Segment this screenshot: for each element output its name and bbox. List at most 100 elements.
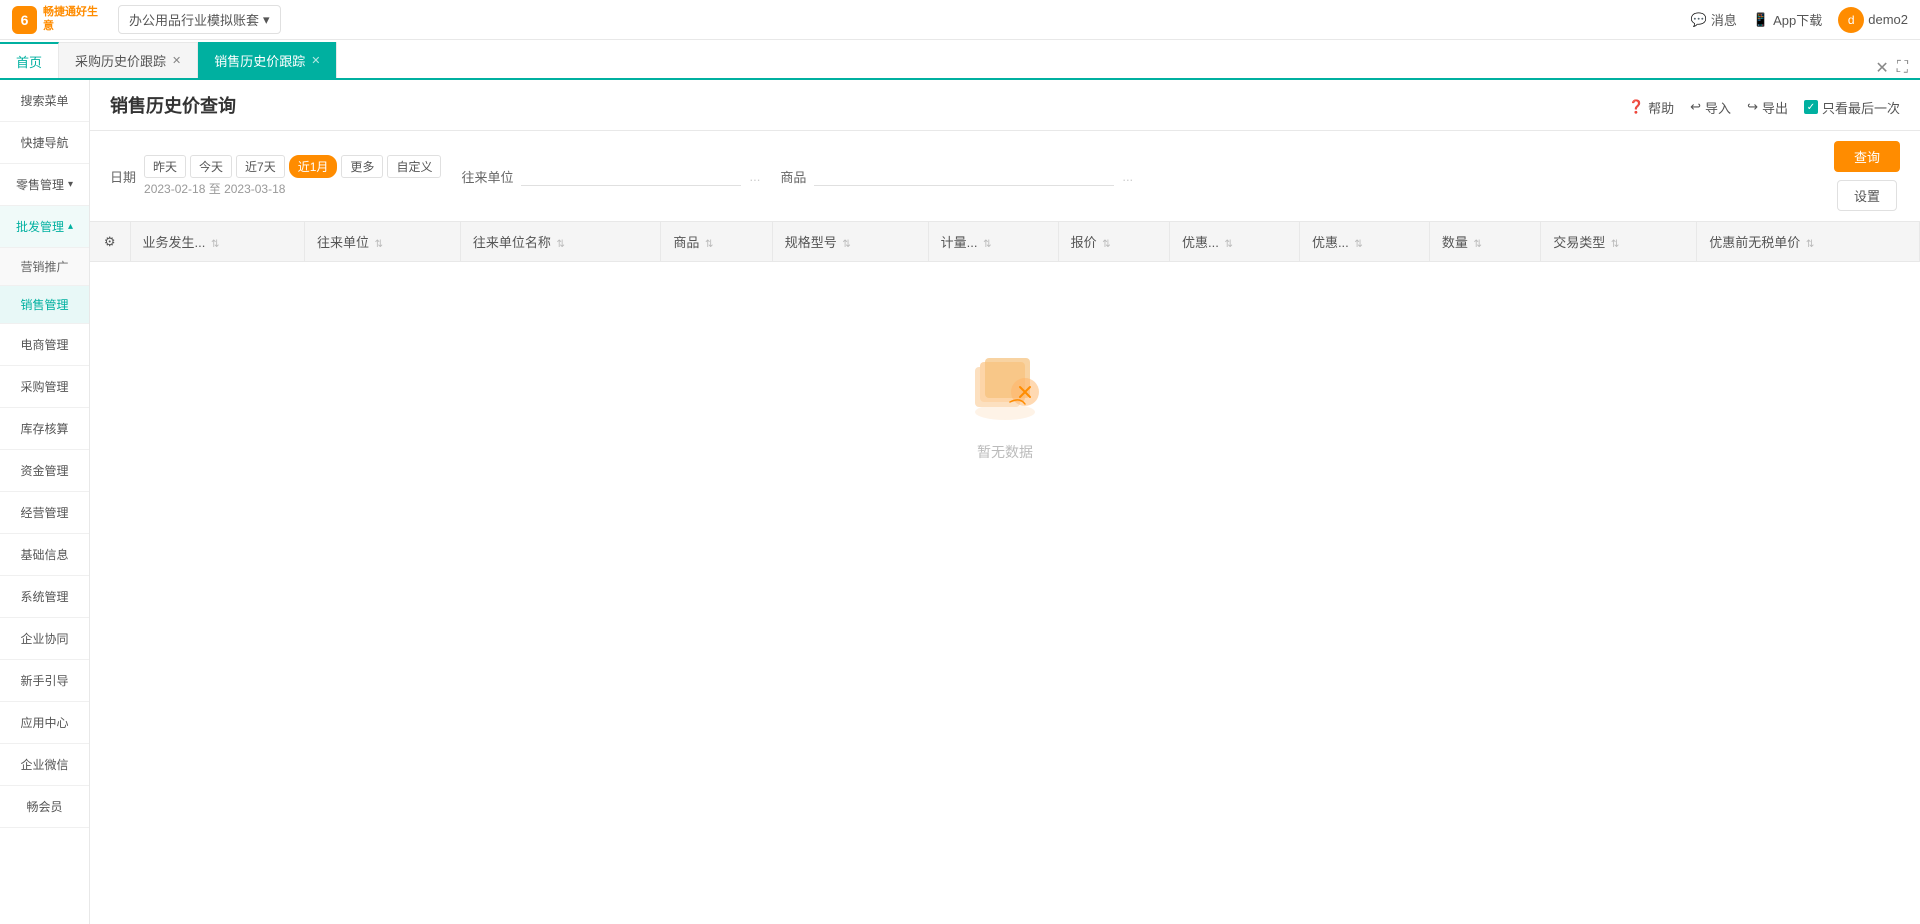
chevron-down-icon: ▾ (68, 179, 73, 190)
empty-illustration (960, 342, 1050, 432)
sort-icon: ⇅ (1474, 239, 1482, 250)
tab-home[interactable]: 首页 (0, 42, 59, 78)
th-goods[interactable]: 商品 ⇅ (661, 222, 772, 262)
sort-icon: ⇅ (1611, 239, 1619, 250)
sidebar-item-finance[interactable]: 资金管理 (0, 450, 89, 492)
close-tab-sales-icon[interactable]: ✕ (311, 54, 320, 67)
operations-label: 经营管理 (20, 506, 68, 520)
only-last-checkbox[interactable]: ✓ 只看最后一次 (1804, 98, 1900, 117)
sort-icon: ⇅ (1806, 239, 1814, 250)
username-label: demo2 (1868, 12, 1908, 27)
avatar: d (1838, 7, 1864, 33)
filter-bar: 日期 昨天 今天 近7天 近1月 更多 自定义 2023-02-18 至 202… (90, 131, 1920, 222)
empty-text: 暂无数据 (977, 442, 1033, 462)
sidebar-item-wholesale[interactable]: 批发管理 ▴ (0, 206, 89, 248)
sidebar-item-ecommerce[interactable]: 电商管理 (0, 324, 89, 366)
logo-area: 6 畅捷通好生意 (12, 6, 102, 34)
user-menu[interactable]: d demo2 (1838, 7, 1908, 33)
tab-purchase-history[interactable]: 采购历史价跟踪 ✕ (59, 42, 198, 78)
home-tab-label: 首页 (16, 52, 42, 71)
th-biz-date[interactable]: 业务发生... ⇅ (130, 222, 304, 262)
sidebar-item-system[interactable]: 系统管理 (0, 576, 89, 618)
date-btn-today[interactable]: 今天 (190, 155, 232, 178)
goods-input[interactable] (814, 166, 1114, 186)
sidebar-item-guide[interactable]: 新手引导 (0, 660, 89, 702)
date-filter-group: 日期 昨天 今天 近7天 近1月 更多 自定义 2023-02-18 至 202… (110, 155, 441, 197)
workspace-selector[interactable]: 办公用品行业模拟账套 ▾ (118, 5, 281, 34)
th-discount1[interactable]: 优惠... ⇅ (1170, 222, 1300, 262)
help-label: 帮助 (1648, 98, 1674, 117)
maximize-icon[interactable]: ⛶ (1897, 59, 1908, 77)
th-quantity[interactable]: 数量 ⇅ (1429, 222, 1540, 262)
sidebar-item-sales-mgmt[interactable]: 销售管理 (0, 286, 89, 324)
close-tab-purchase-icon[interactable]: ✕ (172, 54, 181, 67)
query-button[interactable]: 查询 (1834, 141, 1900, 172)
th-unit[interactable]: 计量... ⇅ (928, 222, 1058, 262)
sort-icon: ⇅ (842, 239, 850, 250)
sort-icon: ⇅ (375, 239, 383, 250)
sidebar-item-member[interactable]: 畅会员 (0, 786, 89, 828)
th-trade-type[interactable]: 交易类型 ⇅ (1541, 222, 1697, 262)
import-label: 导入 (1705, 98, 1731, 117)
th-partner-name[interactable]: 往来单位名称 ⇅ (460, 222, 660, 262)
topbar: 6 畅捷通好生意 办公用品行业模拟账套 ▾ 💬 消息 📱 App下载 d dem… (0, 0, 1920, 40)
sales-history-tab-label: 销售历史价跟踪 (214, 51, 305, 70)
close-all-tabs-icon[interactable]: ✕ (1875, 58, 1888, 78)
th-spec[interactable]: 规格型号 ⇅ (772, 222, 928, 262)
sidebar-item-retail[interactable]: 零售管理 ▾ (0, 164, 89, 206)
sidebar-item-purchase[interactable]: 采购管理 (0, 366, 89, 408)
date-btn-7days[interactable]: 近7天 (236, 155, 285, 178)
date-btn-more[interactable]: 更多 (341, 155, 383, 178)
gear-icon: ⚙ (104, 234, 116, 249)
sidebar-item-basic-info[interactable]: 基础信息 (0, 534, 89, 576)
th-partner-code[interactable]: 往来单位 ⇅ (304, 222, 460, 262)
enterprise-label: 企业协同 (20, 632, 68, 646)
message-icon: 💬 (1691, 12, 1707, 28)
logo-text: 畅捷通好生意 (43, 6, 102, 32)
date-btn-yesterday[interactable]: 昨天 (144, 155, 186, 178)
finance-label: 资金管理 (20, 464, 68, 478)
message-button[interactable]: 💬 消息 (1691, 10, 1737, 29)
sidebar-item-app-center[interactable]: 应用中心 (0, 702, 89, 744)
sidebar-item-enterprise[interactable]: 企业协同 (0, 618, 89, 660)
th-quoted-price[interactable]: 报价 ⇅ (1058, 222, 1169, 262)
sidebar-item-search[interactable]: 搜索菜单 (0, 80, 89, 122)
tab-sales-history[interactable]: 销售历史价跟踪 ✕ (198, 42, 337, 78)
sidebar-item-operations[interactable]: 经营管理 (0, 492, 89, 534)
th-pre-discount-price[interactable]: 优惠前无税单价 ⇅ (1697, 222, 1920, 262)
export-icon: ↪ (1747, 99, 1758, 115)
purchase-history-tab-label: 采购历史价跟踪 (75, 51, 166, 70)
help-button[interactable]: ❓ 帮助 (1628, 98, 1674, 117)
table-header-row: ⚙ 业务发生... ⇅ 往来单位 ⇅ 往来单位名称 ⇅ (90, 222, 1920, 262)
partner-input[interactable] (521, 166, 741, 186)
date-buttons: 昨天 今天 近7天 近1月 更多 自定义 (144, 155, 441, 178)
sidebar: 搜索菜单 快捷导航 零售管理 ▾ 批发管理 ▴ 营销推广 销售管理 电商管理 采… (0, 80, 90, 924)
inventory-label: 库存核算 (20, 422, 68, 436)
settings-button[interactable]: 设置 (1837, 180, 1897, 211)
sidebar-item-marketing[interactable]: 营销推广 (0, 248, 89, 286)
export-label: 导出 (1762, 98, 1788, 117)
export-button[interactable]: ↪ 导出 (1747, 98, 1788, 117)
sort-icon: ⇅ (983, 239, 991, 250)
partner-dots: ... (749, 169, 760, 184)
sidebar-item-inventory[interactable]: 库存核算 (0, 408, 89, 450)
date-btn-custom[interactable]: 自定义 (387, 155, 441, 178)
wholesale-label: 批发管理 (16, 218, 64, 235)
goods-dots: ... (1122, 169, 1133, 184)
main-layout: 搜索菜单 快捷导航 零售管理 ▾ 批发管理 ▴ 营销推广 销售管理 电商管理 采… (0, 80, 1920, 924)
import-button[interactable]: ↩ 导入 (1690, 98, 1731, 117)
th-discount2[interactable]: 优惠... ⇅ (1299, 222, 1429, 262)
only-last-label: 只看最后一次 (1822, 98, 1900, 117)
ecommerce-label: 电商管理 (20, 338, 68, 352)
sidebar-item-weixin[interactable]: 企业微信 (0, 744, 89, 786)
sidebar-item-shortcut[interactable]: 快捷导航 (0, 122, 89, 164)
basic-info-label: 基础信息 (20, 548, 68, 562)
member-label: 畅会员 (26, 800, 62, 814)
app-download-button[interactable]: 📱 App下载 (1753, 10, 1822, 29)
th-settings[interactable]: ⚙ (90, 222, 130, 262)
page-header: 销售历史价查询 ❓ 帮助 ↩ 导入 ↪ 导出 ✓ (90, 80, 1920, 131)
shortcut-label: 快捷导航 (20, 136, 68, 150)
topbar-right: 💬 消息 📱 App下载 d demo2 (1691, 7, 1908, 33)
date-btn-1month[interactable]: 近1月 (289, 155, 338, 178)
goods-filter-label: 商品 (780, 167, 806, 186)
